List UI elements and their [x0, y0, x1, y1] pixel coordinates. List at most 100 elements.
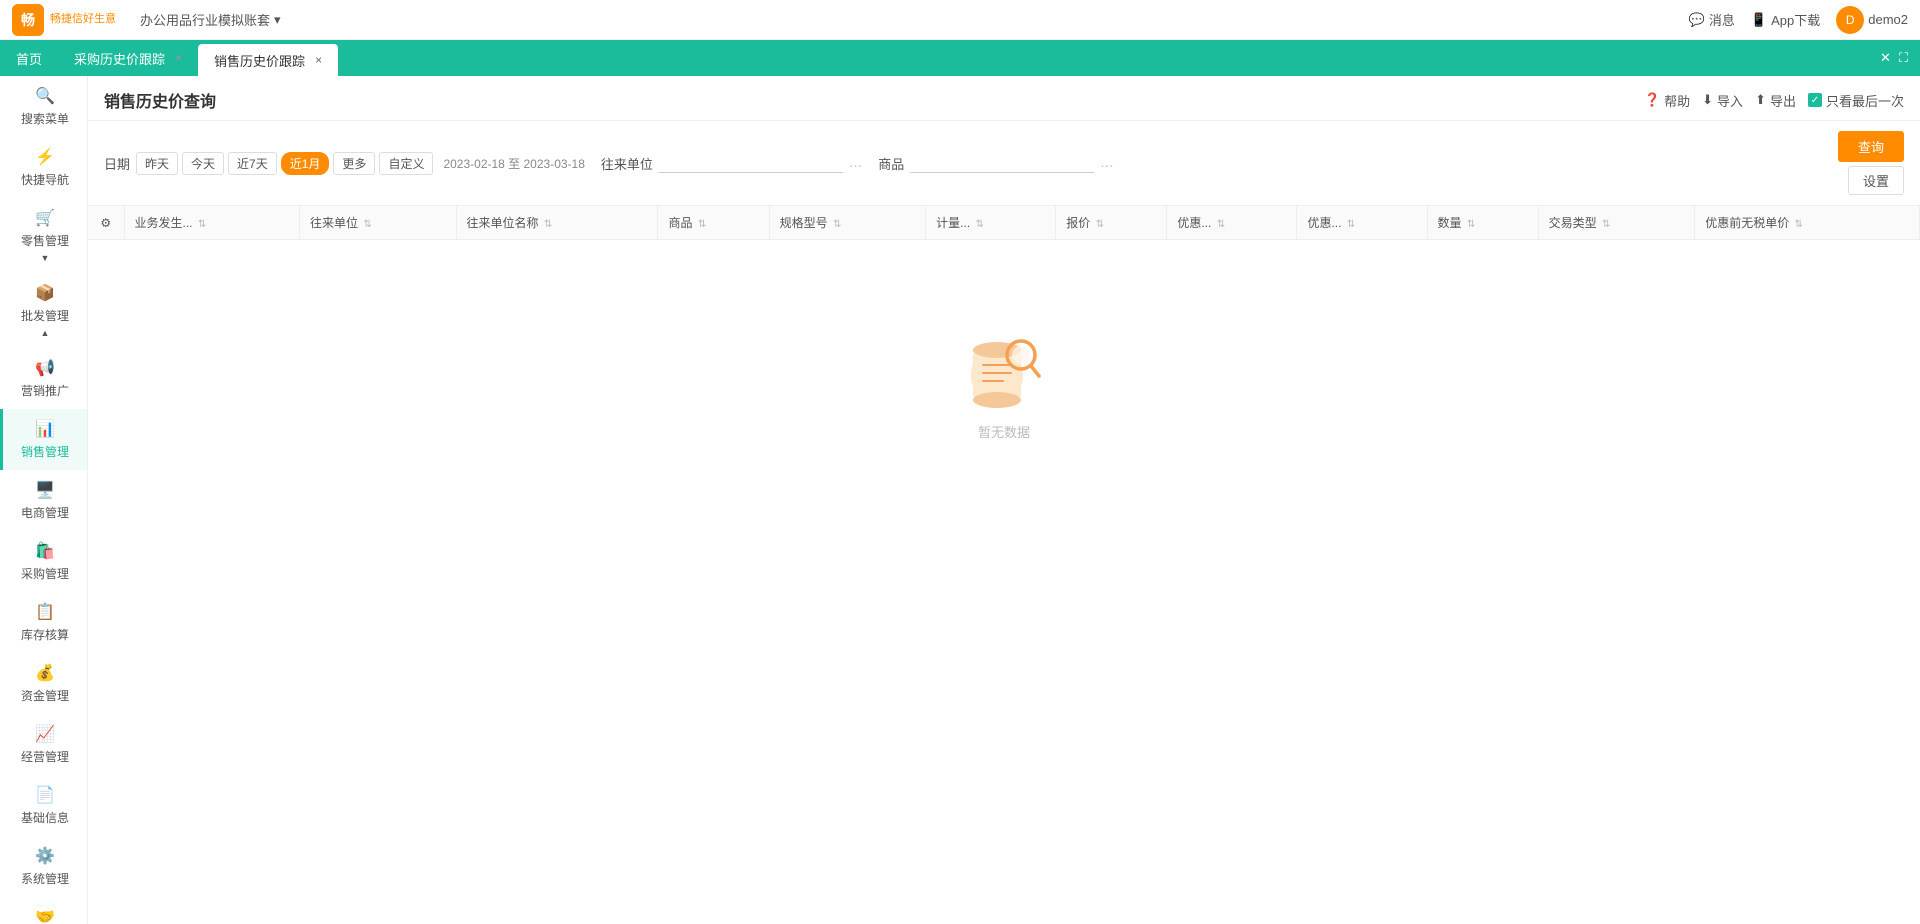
operations-icon: 📈 — [35, 724, 55, 744]
sort-product-icon: ⇅ — [698, 219, 706, 230]
date-btn-1month[interactable]: 近1月 — [281, 152, 330, 175]
settings-button[interactable]: 设置 — [1848, 166, 1904, 195]
only-last-toggle[interactable]: ✓ 只看最后一次 — [1808, 91, 1904, 110]
sales-icon: 📊 — [35, 419, 55, 439]
date-btn-custom[interactable]: 自定义 — [379, 152, 433, 175]
th-partner-name[interactable]: 往来单位名称 ⇅ — [456, 206, 658, 240]
sort-pre-tax-price-icon: ⇅ — [1795, 219, 1803, 230]
app-download-button[interactable]: 📱 App下载 — [1751, 10, 1820, 29]
product-dots: ... — [1100, 154, 1113, 172]
sidebar-item-system-mgmt[interactable]: ⚙️ 系统管理 — [0, 836, 87, 897]
page-container: 销售历史价查询 ❓ 帮助 ⬇ 导入 ⬆ 导出 ✓ — [88, 76, 1920, 924]
top-bar-left: 畅 畅捷信好生意 办公用品行业模拟账套 ▾ — [12, 4, 281, 36]
retail-icon: 🛒 — [35, 208, 55, 228]
tab-bar-actions: ✕ ⛶ — [1880, 50, 1920, 66]
th-pre-tax-price[interactable]: 优惠前无税单价 ⇅ — [1695, 206, 1920, 240]
date-filter-group: 日期 昨天 今天 近7天 近1月 更多 自定义 2023-02-18 至 202… — [104, 152, 585, 175]
close-purchase-history-icon[interactable]: × — [175, 51, 182, 65]
home-tab-label: 首页 — [16, 49, 42, 68]
checkbox-checked-icon: ✓ — [1808, 93, 1822, 107]
marketing-icon: 📢 — [35, 358, 55, 378]
th-qty[interactable]: 数量 ⇅ — [1427, 206, 1538, 240]
content-area: 销售历史价查询 ❓ 帮助 ⬇ 导入 ⬆ 导出 ✓ — [88, 76, 1920, 924]
date-btn-today[interactable]: 今天 — [182, 152, 224, 175]
tab-bar: 首页 采购历史价跟踪 × 销售历史价跟踪 × ✕ ⛶ — [0, 40, 1920, 76]
th-discount1[interactable]: 优惠... ⇅ — [1167, 206, 1297, 240]
user-menu[interactable]: D demo2 — [1836, 6, 1908, 34]
download-icon: 📱 — [1751, 12, 1767, 28]
message-icon: 💬 — [1689, 12, 1705, 28]
empty-state: 暂无数据 — [88, 240, 1920, 521]
sidebar-item-quick-nav[interactable]: ⚡ 快捷导航 — [0, 137, 87, 198]
app-selector[interactable]: 办公用品行业模拟账套 ▾ — [140, 10, 281, 29]
product-input[interactable] — [910, 153, 1094, 173]
partner-filter-group: 往来单位 ... — [601, 153, 862, 173]
th-trade-type[interactable]: 交易类型 ⇅ — [1538, 206, 1695, 240]
sidebar-item-finance[interactable]: 💰 资金管理 — [0, 653, 87, 714]
sidebar-item-retail-mgmt[interactable]: 🛒 零售管理 ▼ — [0, 198, 87, 273]
sort-quote-icon: ⇅ — [1096, 219, 1104, 230]
app-selector-arrow-icon: ▾ — [274, 12, 281, 28]
tab-home[interactable]: 首页 — [0, 40, 58, 76]
date-btn-yesterday[interactable]: 昨天 — [136, 152, 178, 175]
date-btn-more[interactable]: 更多 — [333, 152, 375, 175]
partner-label: 往来单位 — [601, 154, 653, 173]
sidebar-item-basic-info[interactable]: 📄 基础信息 — [0, 775, 87, 836]
sidebar-item-sales-mgmt[interactable]: 📊 销售管理 — [0, 409, 87, 470]
export-button[interactable]: ⬆ 导出 — [1755, 91, 1796, 110]
query-button[interactable]: 查询 — [1838, 131, 1904, 162]
th-quote[interactable]: 报价 ⇅ — [1056, 206, 1167, 240]
sidebar-item-ecommerce[interactable]: 🖥️ 电商管理 — [0, 470, 87, 531]
date-range-display: 2023-02-18 至 2023-03-18 — [443, 155, 584, 172]
table-header-row: ⚙ 业务发生... ⇅ 往来单位 ⇅ 往来单位名称 — [88, 206, 1920, 240]
page-header-actions: ❓ 帮助 ⬇ 导入 ⬆ 导出 ✓ 只看最后一次 — [1644, 91, 1904, 110]
data-table: ⚙ 业务发生... ⇅ 往来单位 ⇅ 往来单位名称 — [88, 206, 1920, 240]
sidebar-item-inventory[interactable]: 📋 库存核算 — [0, 592, 87, 653]
tab-sales-history[interactable]: 销售历史价跟踪 × — [198, 44, 338, 76]
export-icon: ⬆ — [1755, 92, 1766, 108]
purchase-icon: 🛍️ — [35, 541, 55, 561]
th-discount2[interactable]: 优惠... ⇅ — [1297, 206, 1427, 240]
tab-purchase-history[interactable]: 采购历史价跟踪 × — [58, 40, 198, 76]
table-container: ⚙ 业务发生... ⇅ 往来单位 ⇅ 往来单位名称 — [88, 206, 1920, 521]
help-icon: ❓ — [1644, 92, 1660, 108]
message-button[interactable]: 💬 消息 — [1689, 10, 1735, 29]
wholesale-arrow-icon: ▲ — [41, 328, 50, 338]
sort-trade-type-icon: ⇅ — [1602, 219, 1610, 230]
sort-spec-icon: ⇅ — [833, 219, 841, 230]
sort-discount1-icon: ⇅ — [1217, 219, 1225, 230]
app-name-label: 办公用品行业模拟账套 — [140, 10, 270, 29]
import-icon: ⬇ — [1702, 92, 1713, 108]
sidebar-item-search-menu[interactable]: 🔍 搜索菜单 — [0, 76, 87, 137]
page-title: 销售历史价查询 — [104, 88, 216, 112]
th-unit[interactable]: 计量... ⇅ — [926, 206, 1056, 240]
partner-input[interactable] — [659, 153, 843, 173]
sidebar-item-enterprise-collab[interactable]: 🤝 企业协同 — [0, 897, 87, 924]
th-product[interactable]: 商品 ⇅ — [658, 206, 769, 240]
logo-area: 畅 畅捷信好生意 — [12, 4, 116, 36]
sidebar-item-wholesale-mgmt[interactable]: 📦 批发管理 ▲ — [0, 273, 87, 348]
date-label: 日期 — [104, 154, 130, 173]
th-settings[interactable]: ⚙ — [88, 206, 124, 240]
logo-icon: 畅 — [12, 4, 44, 36]
product-label: 商品 — [878, 154, 904, 173]
maximize-icon[interactable]: ⛶ — [1899, 50, 1908, 66]
close-sales-history-icon[interactable]: × — [315, 53, 322, 67]
help-button[interactable]: ❓ 帮助 — [1644, 91, 1690, 110]
close-all-tabs-icon[interactable]: ✕ — [1880, 50, 1891, 66]
sort-partner-name-icon: ⇅ — [544, 219, 552, 230]
th-spec[interactable]: 规格型号 ⇅ — [769, 206, 926, 240]
filter-bar: 日期 昨天 今天 近7天 近1月 更多 自定义 2023-02-18 至 202… — [88, 121, 1920, 206]
th-biz-date[interactable]: 业务发生... ⇅ — [124, 206, 299, 240]
sidebar-item-purchase-mgmt[interactable]: 🛍️ 采购管理 — [0, 531, 87, 592]
system-icon: ⚙️ — [35, 846, 55, 866]
sidebar-item-marketing[interactable]: 📢 营销推广 — [0, 348, 87, 409]
th-partner-code[interactable]: 往来单位 ⇅ — [299, 206, 456, 240]
sidebar: 🔍 搜索菜单 ⚡ 快捷导航 🛒 零售管理 ▼ 📦 批发管理 ▲ 📢 营销推广 📊… — [0, 76, 88, 924]
import-button[interactable]: ⬇ 导入 — [1702, 91, 1743, 110]
avatar: D — [1836, 6, 1864, 34]
sidebar-item-operations[interactable]: 📈 经营管理 — [0, 714, 87, 775]
date-btn-7days[interactable]: 近7天 — [228, 152, 277, 175]
empty-state-svg — [959, 320, 1049, 410]
collab-icon: 🤝 — [35, 907, 55, 924]
